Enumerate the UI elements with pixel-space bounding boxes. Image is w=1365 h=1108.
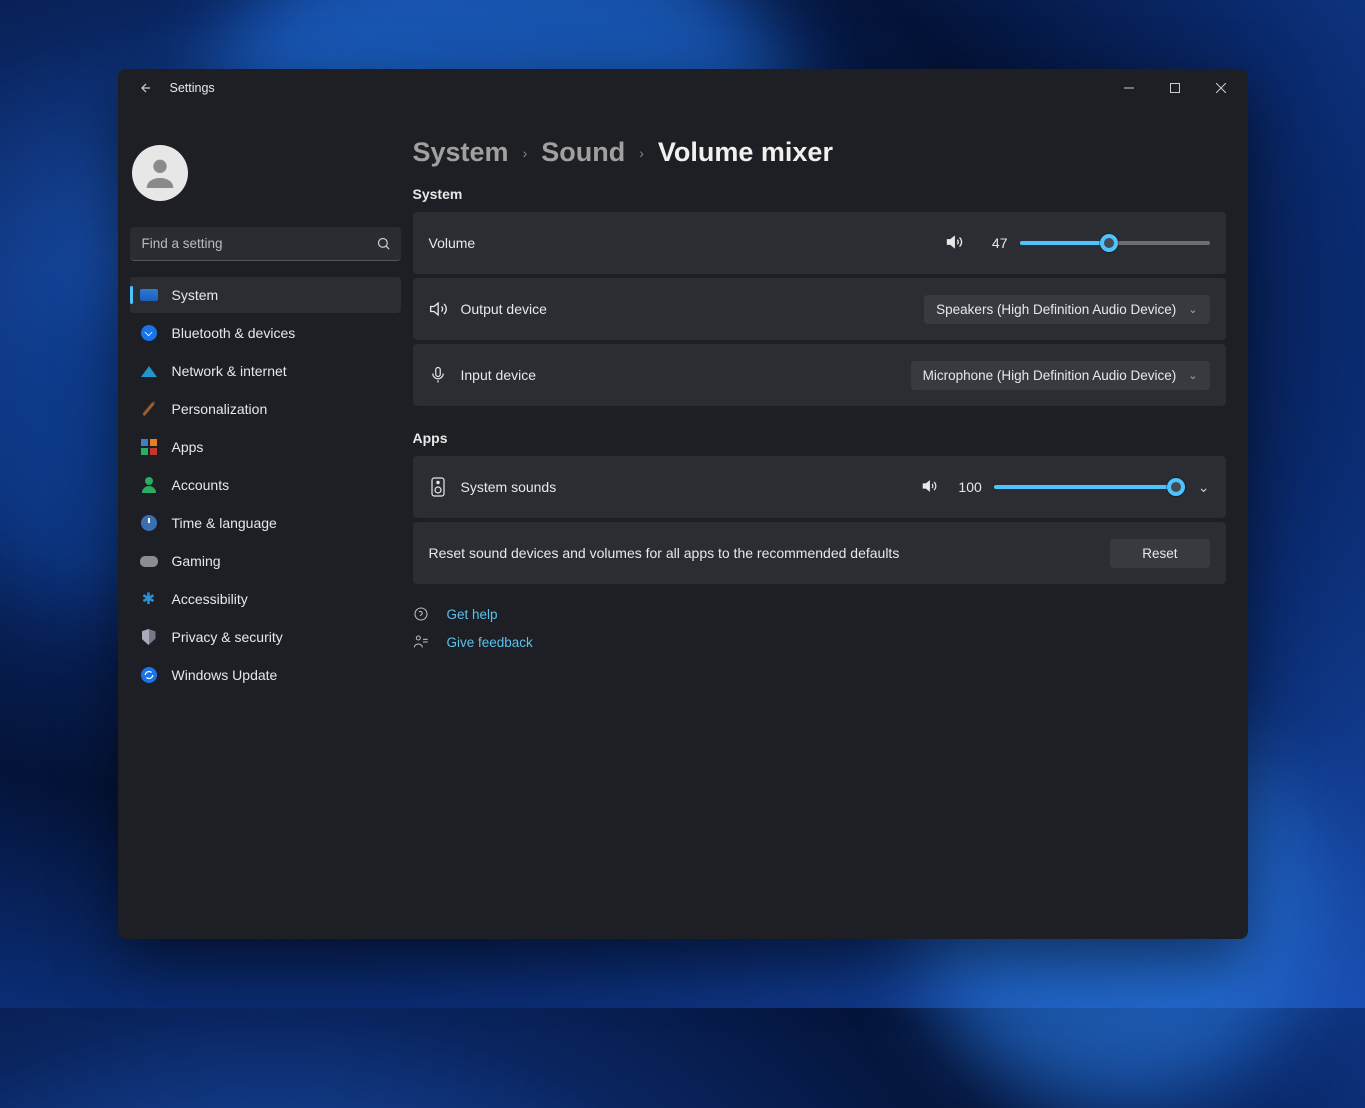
reset-button[interactable]: Reset bbox=[1110, 539, 1209, 568]
reset-description: Reset sound devices and volumes for all … bbox=[429, 545, 900, 561]
sidebar-item-privacy[interactable]: Privacy & security bbox=[130, 619, 401, 655]
output-device-dropdown[interactable]: Speakers (High Definition Audio Device) … bbox=[924, 295, 1209, 324]
window-controls bbox=[1106, 72, 1244, 104]
chevron-down-icon: ⌄ bbox=[1188, 369, 1197, 382]
output-label: Output device bbox=[461, 301, 547, 317]
search-input[interactable] bbox=[130, 227, 401, 261]
speaker-icon bbox=[429, 299, 461, 319]
close-button[interactable] bbox=[1198, 72, 1244, 104]
output-device-card: Output device Speakers (High Definition … bbox=[413, 278, 1226, 340]
microphone-icon bbox=[429, 366, 461, 384]
wifi-icon bbox=[140, 362, 158, 380]
nav-label: Network & internet bbox=[172, 363, 287, 379]
sidebar-nav: System ⌵ Bluetooth & devices Network & in… bbox=[130, 277, 401, 693]
minimize-button[interactable] bbox=[1106, 72, 1152, 104]
input-device-dropdown[interactable]: Microphone (High Definition Audio Device… bbox=[911, 361, 1210, 390]
sidebar-item-accessibility[interactable]: ✱ Accessibility bbox=[130, 581, 401, 617]
main-content: System › Sound › Volume mixer System Vol… bbox=[413, 107, 1248, 939]
input-device-card: Input device Microphone (High Definition… bbox=[413, 344, 1226, 406]
give-feedback-link[interactable]: Give feedback bbox=[447, 635, 533, 650]
chevron-right-icon: › bbox=[639, 145, 644, 161]
maximize-button[interactable] bbox=[1152, 72, 1198, 104]
volume-slider[interactable] bbox=[1020, 241, 1210, 245]
sidebar-item-bluetooth[interactable]: ⌵ Bluetooth & devices bbox=[130, 315, 401, 351]
section-system-label: System bbox=[413, 186, 1226, 202]
crumb-system[interactable]: System bbox=[413, 137, 509, 168]
bluetooth-icon: ⌵ bbox=[140, 324, 158, 342]
sidebar-item-time[interactable]: Time & language bbox=[130, 505, 401, 541]
titlebar: Settings bbox=[118, 69, 1248, 107]
volume-card: Volume 47 bbox=[413, 212, 1226, 274]
search-box[interactable] bbox=[130, 227, 401, 261]
sidebar: System ⌵ Bluetooth & devices Network & in… bbox=[118, 107, 413, 939]
app-title: Settings bbox=[170, 81, 215, 95]
person-icon bbox=[140, 476, 158, 494]
feedback-icon bbox=[413, 634, 431, 650]
sidebar-item-personalization[interactable]: Personalization bbox=[130, 391, 401, 427]
gamepad-icon bbox=[140, 552, 158, 570]
nav-label: System bbox=[172, 287, 219, 303]
expand-button[interactable]: ⌄ bbox=[1198, 479, 1210, 496]
system-sounds-slider[interactable] bbox=[994, 485, 1184, 489]
reset-card: Reset sound devices and volumes for all … bbox=[413, 522, 1226, 584]
accessibility-icon: ✱ bbox=[140, 590, 158, 608]
nav-label: Bluetooth & devices bbox=[172, 325, 296, 341]
speaker-icon[interactable] bbox=[946, 233, 964, 254]
nav-label: Personalization bbox=[172, 401, 268, 417]
system-sounds-value: 100 bbox=[950, 479, 982, 495]
nav-label: Apps bbox=[172, 439, 204, 455]
help-icon bbox=[413, 606, 431, 622]
system-sounds-label: System sounds bbox=[461, 479, 557, 495]
user-avatar[interactable] bbox=[132, 145, 188, 201]
nav-label: Gaming bbox=[172, 553, 221, 569]
input-device-value: Microphone (High Definition Audio Device… bbox=[923, 368, 1177, 383]
sidebar-item-apps[interactable]: Apps bbox=[130, 429, 401, 465]
nav-label: Accessibility bbox=[172, 591, 248, 607]
section-apps-label: Apps bbox=[413, 430, 1226, 446]
back-button[interactable] bbox=[130, 72, 162, 104]
settings-window: Settings System ⌵ Bluetooth & devices Net… bbox=[118, 69, 1248, 939]
apps-icon bbox=[140, 438, 158, 456]
nav-label: Windows Update bbox=[172, 667, 278, 683]
nav-label: Privacy & security bbox=[172, 629, 283, 645]
shield-icon bbox=[140, 628, 158, 646]
get-help-link[interactable]: Get help bbox=[447, 607, 498, 622]
sidebar-item-system[interactable]: System bbox=[130, 277, 401, 313]
sidebar-item-network[interactable]: Network & internet bbox=[130, 353, 401, 389]
breadcrumb: System › Sound › Volume mixer bbox=[413, 137, 1226, 168]
nav-label: Time & language bbox=[172, 515, 277, 531]
system-icon bbox=[140, 286, 158, 304]
chevron-right-icon: › bbox=[523, 145, 528, 161]
sidebar-item-accounts[interactable]: Accounts bbox=[130, 467, 401, 503]
nav-label: Accounts bbox=[172, 477, 230, 493]
chevron-down-icon: ⌄ bbox=[1188, 303, 1197, 316]
update-icon bbox=[140, 666, 158, 684]
system-sounds-card: System sounds 100 ⌄ bbox=[413, 456, 1226, 518]
crumb-current: Volume mixer bbox=[658, 137, 833, 168]
sidebar-item-gaming[interactable]: Gaming bbox=[130, 543, 401, 579]
volume-label: Volume bbox=[429, 235, 476, 251]
device-icon bbox=[429, 476, 461, 498]
input-label: Input device bbox=[461, 367, 537, 383]
help-links: Get help Give feedback bbox=[413, 606, 1226, 650]
clock-icon bbox=[140, 514, 158, 532]
volume-value: 47 bbox=[976, 235, 1008, 251]
brush-icon bbox=[140, 400, 158, 418]
search-icon bbox=[376, 236, 391, 256]
crumb-sound[interactable]: Sound bbox=[541, 137, 625, 168]
output-device-value: Speakers (High Definition Audio Device) bbox=[936, 302, 1176, 317]
speaker-icon[interactable] bbox=[922, 478, 938, 497]
sidebar-item-update[interactable]: Windows Update bbox=[130, 657, 401, 693]
